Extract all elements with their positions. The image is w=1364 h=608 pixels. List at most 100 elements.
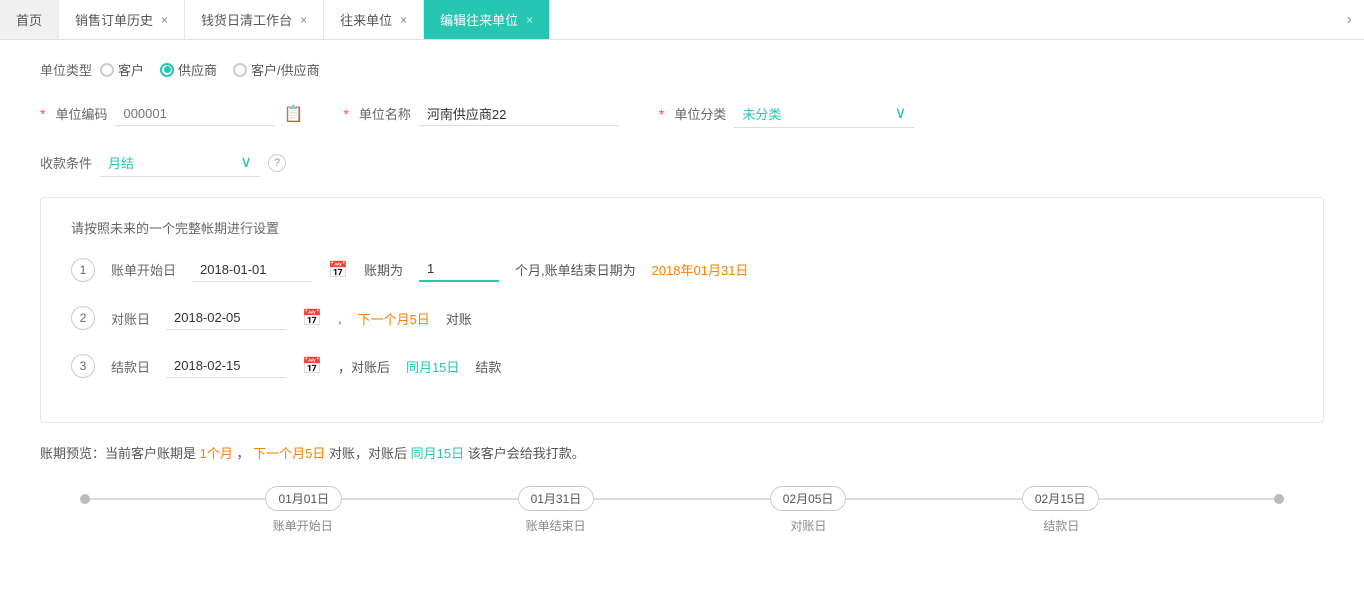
payment-terms-value: 月结 bbox=[108, 153, 232, 172]
radio-customer-supplier-label: 客户/供应商 bbox=[251, 60, 320, 79]
tab-partner-units-close[interactable]: × bbox=[400, 13, 407, 27]
unit-type-row: 单位类型 客户 供应商 客户/供应商 bbox=[40, 60, 1324, 79]
timeline-label-4: 结款日 bbox=[1031, 517, 1091, 534]
preview-prefix: 账期预览：当前客户账期是 bbox=[40, 446, 196, 461]
timeline-pill-4: 02月15日 bbox=[1022, 486, 1099, 511]
bill-end-date: 2018年01月31日 bbox=[652, 260, 749, 279]
payment-terms-row: 收款条件 月结 ∨ ? bbox=[40, 148, 1324, 177]
tab-partner-units-label: 往来单位 bbox=[340, 10, 392, 29]
payment-terms-label: 收款条件 bbox=[40, 153, 92, 172]
unit-name-field: * 单位名称 bbox=[343, 102, 618, 126]
payment-terms-dropdown-icon: ∨ bbox=[240, 152, 252, 172]
reconcile-highlight: 下一个月5日 bbox=[358, 309, 430, 328]
unit-category-field: * 单位分类 未分类 ∨ bbox=[659, 99, 914, 128]
tab-partner-units[interactable]: 往来单位 × bbox=[324, 0, 424, 39]
tab-edit-partner-close[interactable]: × bbox=[526, 13, 533, 27]
radio-customer[interactable]: 客户 bbox=[100, 60, 144, 79]
bill-months-input[interactable] bbox=[419, 257, 499, 282]
payment-suffix-2: 结款 bbox=[475, 357, 501, 376]
tab-home[interactable]: 首页 bbox=[0, 0, 59, 39]
radio-customer-supplier[interactable]: 客户/供应商 bbox=[233, 60, 320, 79]
timeline-node-4: 02月15日 bbox=[1022, 486, 1099, 511]
main-content: 单位类型 客户 供应商 客户/供应商 * 单位编码 bbox=[0, 40, 1364, 608]
timeline-pill-3: 02月05日 bbox=[770, 486, 847, 511]
payment-row: 3 结款日 📅 ，对账后 同月15日 结款 bbox=[71, 354, 1293, 378]
unit-code-required: * bbox=[40, 106, 45, 122]
tab-edit-partner-label: 编辑往来单位 bbox=[440, 10, 518, 29]
timeline-label-1: 账单开始日 bbox=[273, 517, 333, 534]
tab-cash-work-close[interactable]: × bbox=[300, 13, 307, 27]
unit-category-dropdown[interactable]: 未分类 ∨ bbox=[734, 99, 914, 128]
bill-start-date-input[interactable] bbox=[192, 258, 312, 282]
unit-category-dropdown-icon: ∨ bbox=[895, 103, 907, 123]
unit-info-row: * 单位编码 📋 * 单位名称 * 单位分类 未分类 ∨ bbox=[40, 99, 1324, 128]
tab-sales-history-label: 销售订单历史 bbox=[75, 10, 153, 29]
payment-suffix-1: ，对账后 bbox=[338, 357, 390, 376]
unit-code-copy-icon[interactable]: 📋 bbox=[283, 104, 303, 124]
unit-code-input[interactable] bbox=[115, 102, 275, 126]
tab-bar: 首页 销售订单历史 × 钱货日清工作台 × 往来单位 × 编辑往来单位 × › bbox=[0, 0, 1364, 40]
row-number-2: 2 bbox=[71, 306, 95, 330]
radio-customer-circle bbox=[100, 63, 114, 77]
tab-home-label: 首页 bbox=[16, 10, 42, 29]
row-number-3: 3 bbox=[71, 354, 95, 378]
payment-terms-dropdown[interactable]: 月结 ∨ bbox=[100, 148, 260, 177]
unit-category-value: 未分类 bbox=[742, 104, 886, 123]
timeline-line-5 bbox=[1099, 498, 1274, 500]
reconcile-row: 2 对账日 📅 , 下一个月5日 对账 bbox=[71, 306, 1293, 330]
preview-part3: 同月15日 bbox=[411, 446, 464, 461]
payment-terms-field: 收款条件 月结 ∨ ? bbox=[40, 148, 286, 177]
tab-more-button[interactable]: › bbox=[1335, 11, 1364, 29]
timeline: 01月01日 01月31日 02月05日 02月15日 账单开始日 bbox=[40, 486, 1324, 534]
tab-cash-work[interactable]: 钱货日清工作台 × bbox=[185, 0, 324, 39]
unit-code-label: 单位编码 bbox=[55, 104, 107, 123]
timeline-pill-2: 01月31日 bbox=[518, 486, 595, 511]
unit-category-label: 单位分类 bbox=[674, 104, 726, 123]
timeline-node-3: 02月05日 bbox=[770, 486, 847, 511]
unit-type-radio-group: 客户 供应商 客户/供应商 bbox=[100, 60, 320, 79]
tab-edit-partner[interactable]: 编辑往来单位 × bbox=[424, 0, 550, 39]
reconcile-calendar-icon[interactable]: 📅 bbox=[302, 308, 322, 328]
radio-customer-supplier-circle bbox=[233, 63, 247, 77]
preview-suffix: 该客户会给我打款。 bbox=[468, 446, 585, 461]
payment-highlight: 同月15日 bbox=[406, 357, 459, 376]
tab-cash-work-label: 钱货日清工作台 bbox=[201, 10, 292, 29]
payment-date-input[interactable] bbox=[166, 354, 286, 378]
timeline-label-2: 账单结束日 bbox=[526, 517, 586, 534]
unit-name-required: * bbox=[343, 106, 348, 122]
timeline-line-4 bbox=[846, 498, 1021, 500]
timeline-pill-1: 01月01日 bbox=[265, 486, 342, 511]
payment-calendar-icon[interactable]: 📅 bbox=[302, 356, 322, 376]
row-number-1: 1 bbox=[71, 258, 95, 282]
timeline-node-1: 01月01日 bbox=[265, 486, 342, 511]
unit-category-required: * bbox=[659, 106, 664, 122]
tab-sales-history-close[interactable]: × bbox=[161, 13, 168, 27]
timeline-line-2 bbox=[342, 498, 517, 500]
preview-text: 账期预览：当前客户账期是 1个月 ， 下一个月5日 对账，对账后 同月15日 该… bbox=[40, 443, 1324, 462]
timeline-node-2: 01月31日 bbox=[518, 486, 595, 511]
bill-start-calendar-icon[interactable]: 📅 bbox=[328, 260, 348, 280]
bill-start-suffix-before: 账期为 bbox=[364, 260, 403, 279]
timeline-line-3 bbox=[594, 498, 769, 500]
timeline-start-dot bbox=[80, 494, 90, 504]
help-icon[interactable]: ? bbox=[268, 154, 286, 172]
tab-sales-history[interactable]: 销售订单历史 × bbox=[59, 0, 185, 39]
radio-supplier[interactable]: 供应商 bbox=[160, 60, 217, 79]
radio-supplier-label: 供应商 bbox=[178, 60, 217, 79]
unit-name-input[interactable] bbox=[419, 102, 619, 126]
bill-start-suffix-after: 个月,账单结束日期为 bbox=[515, 260, 636, 279]
reconcile-suffix-1: , bbox=[338, 311, 342, 326]
reconcile-date-input[interactable] bbox=[166, 306, 286, 330]
preview-part1: 1个月 bbox=[200, 446, 233, 461]
radio-supplier-circle bbox=[160, 63, 174, 77]
payment-label: 结款日 bbox=[111, 357, 150, 376]
preview-sep1: ， bbox=[237, 446, 250, 461]
reconcile-label: 对账日 bbox=[111, 309, 150, 328]
unit-code-field: * 单位编码 📋 bbox=[40, 102, 303, 126]
timeline-end-dot bbox=[1274, 494, 1284, 504]
reconcile-suffix-2: 对账 bbox=[446, 309, 472, 328]
unit-type-field: 单位类型 客户 供应商 客户/供应商 bbox=[40, 60, 320, 79]
radio-customer-label: 客户 bbox=[118, 60, 144, 79]
bill-start-row: 1 账单开始日 📅 账期为 个月,账单结束日期为 2018年01月31日 bbox=[71, 257, 1293, 282]
preview-part2: 下一个月5日 bbox=[253, 446, 325, 461]
